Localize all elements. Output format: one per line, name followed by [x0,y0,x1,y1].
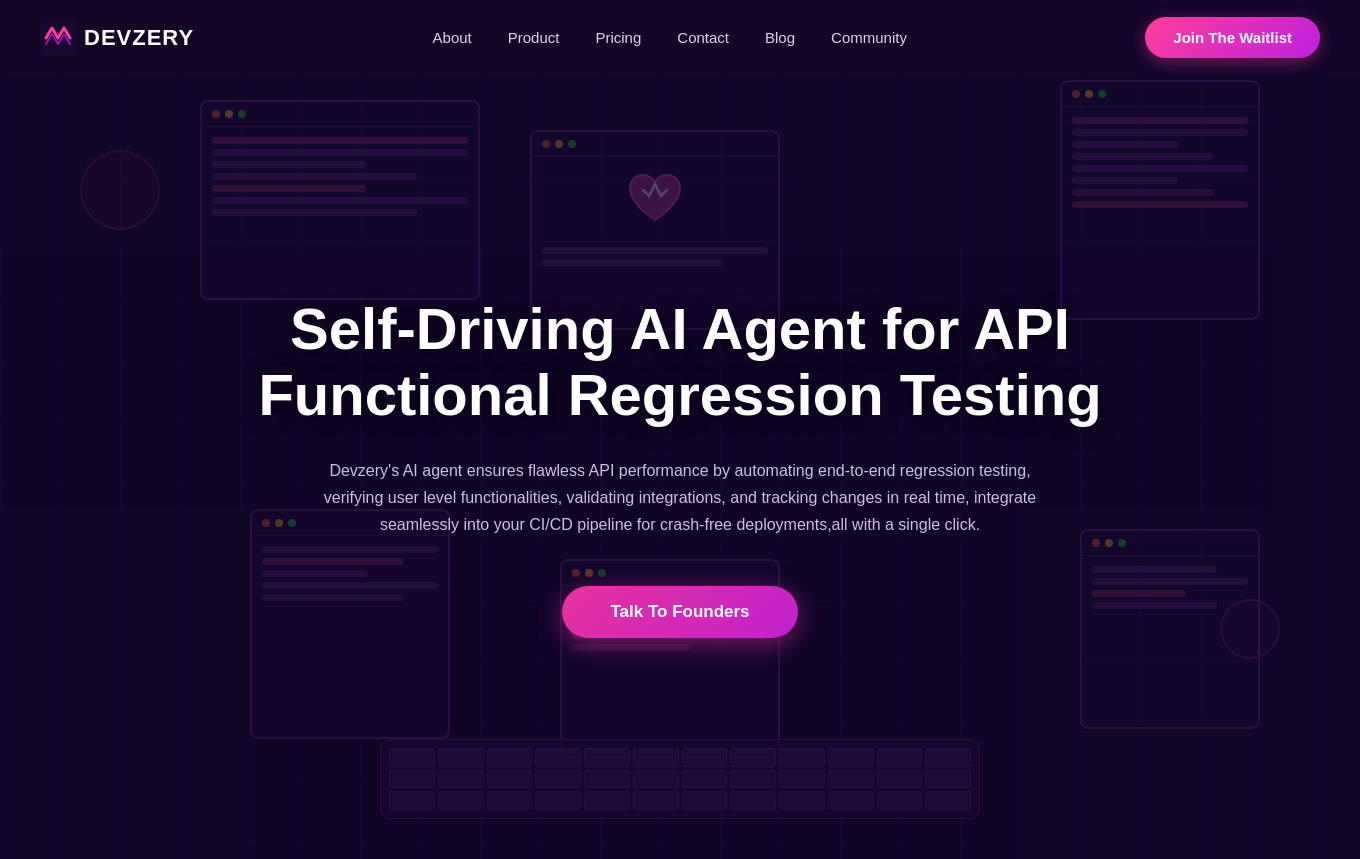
join-waitlist-button[interactable]: Join The Waitlist [1145,17,1320,58]
hero-section: Self-Driving AI Agent for API Functional… [0,0,1360,859]
hero-title: Self-Driving AI Agent for API Functional… [230,296,1130,429]
nav-item-community[interactable]: Community [831,29,907,47]
hero-subtitle: Devzery's AI agent ensures flawless API … [320,457,1040,539]
nav-item-pricing[interactable]: Pricing [595,29,641,47]
logo-icon [40,20,76,56]
nav-item-product[interactable]: Product [508,29,560,47]
nav-links: About Product Pricing Contact Blog Commu… [433,29,907,47]
logo[interactable]: DEVZERY [40,20,194,56]
logo-text: DEVZERY [84,25,194,51]
nav-item-blog[interactable]: Blog [765,29,795,47]
nav-item-about[interactable]: About [433,29,472,47]
nav-item-contact[interactable]: Contact [677,29,729,47]
talk-to-founders-button[interactable]: Talk To Founders [562,586,797,638]
navbar: DEVZERY About Product Pricing Contact Bl… [0,0,1360,75]
